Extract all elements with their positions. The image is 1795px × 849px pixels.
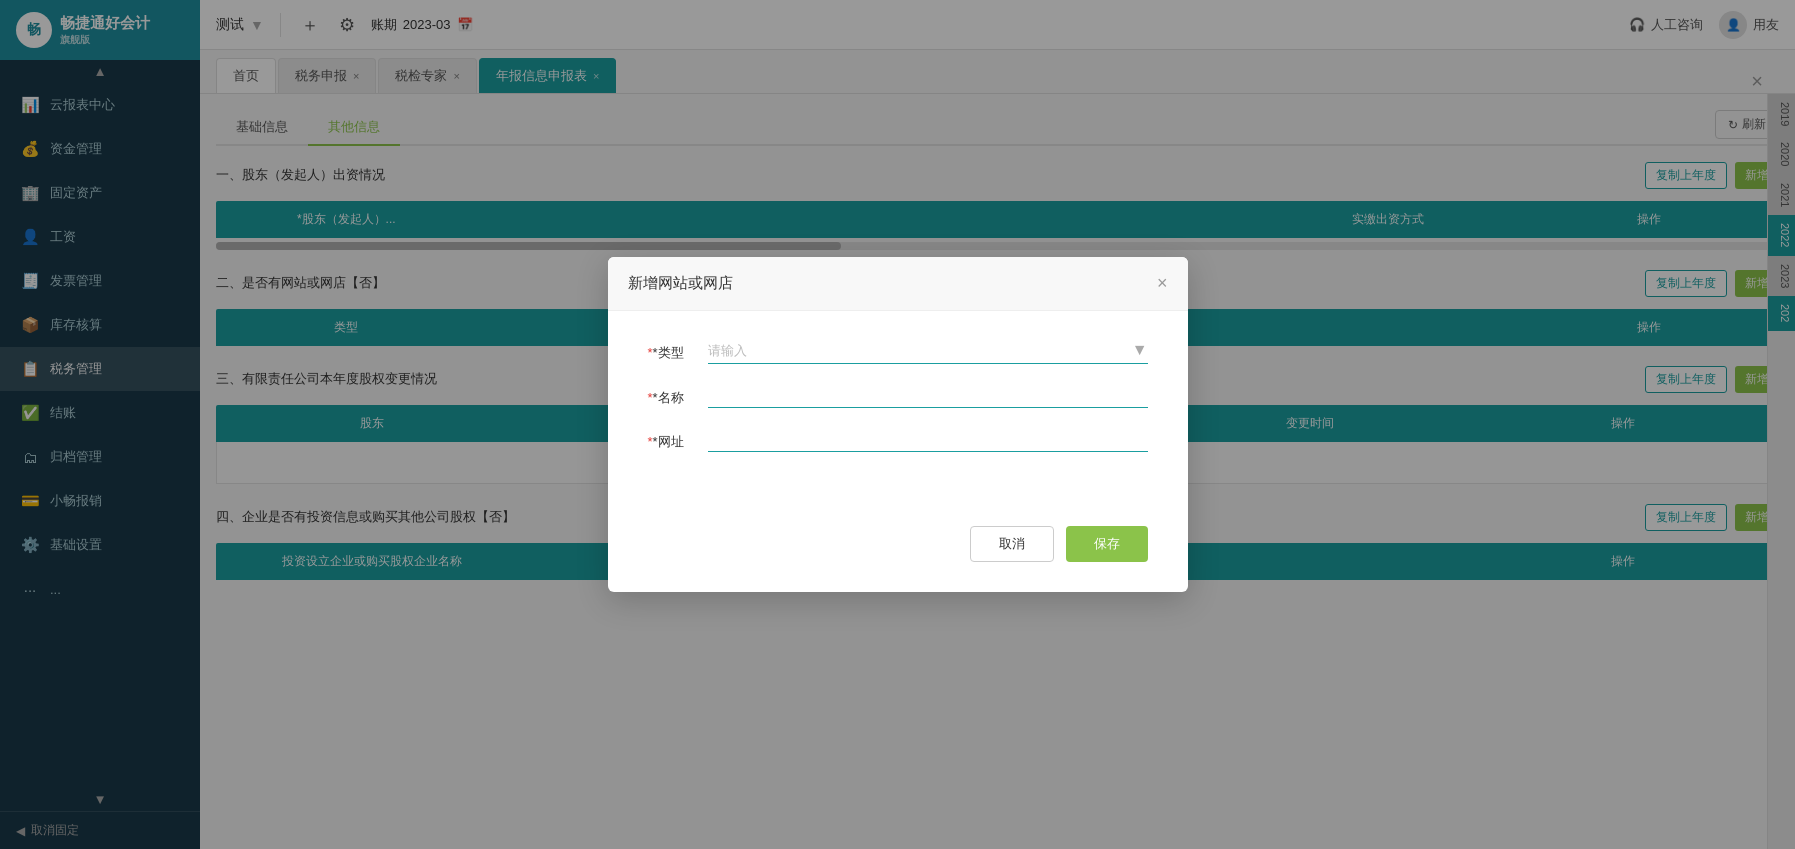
modal-title: 新增网站或网店 [628,274,733,293]
modal-add-website: 新增网站或网店 × **类型 ▼ **名称 [608,257,1188,592]
type-input-wrapper: ▼ [708,341,1148,364]
modal-header: 新增网站或网店 × [608,257,1188,311]
url-input[interactable] [708,432,1148,447]
save-button[interactable]: 保存 [1066,526,1148,562]
dropdown-arrow-icon: ▼ [1132,341,1148,359]
modal-overlay: 新增网站或网店 × **类型 ▼ **名称 [0,0,1795,849]
type-input[interactable] [708,343,1132,358]
name-input-wrapper [708,388,1148,408]
label-text: *类型 [653,345,684,360]
form-row-name: **名称 [648,388,1148,408]
modal-body: **类型 ▼ **名称 **网址 [608,311,1188,506]
label-text3: *网址 [653,434,684,449]
form-label-name: **名称 [648,389,708,407]
name-input[interactable] [708,388,1148,403]
url-input-wrapper [708,432,1148,452]
form-label-type: **类型 [648,344,708,362]
label-text2: *名称 [653,390,684,405]
form-label-url: **网址 [648,433,708,451]
form-row-type: **类型 ▼ [648,341,1148,364]
modal-close-button[interactable]: × [1157,273,1168,294]
form-row-url: **网址 [648,432,1148,452]
modal-footer: 取消 保存 [608,506,1188,592]
cancel-button[interactable]: 取消 [970,526,1054,562]
